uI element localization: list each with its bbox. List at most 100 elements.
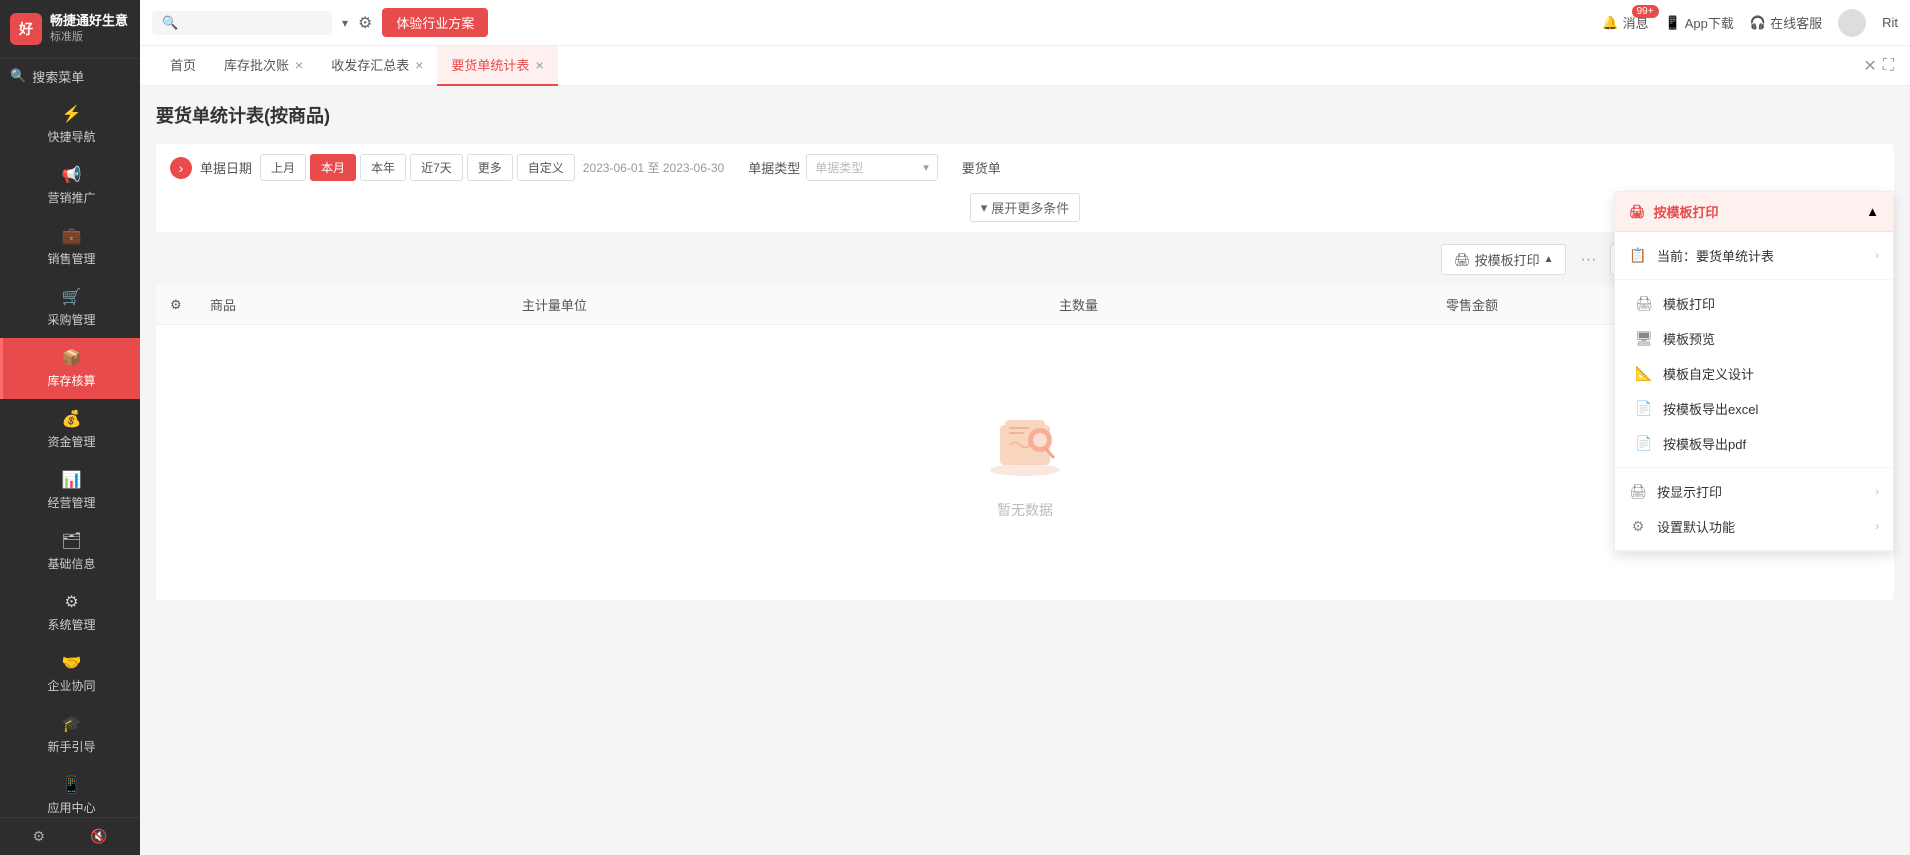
sidebar-item-marketing[interactable]: 📢 营销推广 xyxy=(0,155,140,216)
print-dropdown-menu: 🖨 按模板打印 ▲ 📋 当前：要货单统计表 › 🖨模板打印 🖥 模板预览 📐模板自定义… xyxy=(1614,191,1894,552)
settings-bottom-icon[interactable]: ⚙ xyxy=(33,828,46,845)
download-icon: 📱 xyxy=(1665,15,1681,31)
page-title: 要货单统计表(按商品) xyxy=(156,102,1894,128)
sidebar-item-inventory[interactable]: 📦库存核算 xyxy=(0,338,140,399)
dropdown-title: 按模板打印 xyxy=(1654,202,1719,221)
sidebar-item-base[interactable]: 🗂 基础信息 xyxy=(0,521,140,582)
nav-icon-sales: 💼 xyxy=(62,226,82,246)
sidebar-item-sales[interactable]: 💼销售管理 xyxy=(0,216,140,277)
sidebar-item-system[interactable]: ⚙系统管理 xyxy=(0,582,140,643)
nav-icon-marketing: 📢 xyxy=(62,165,82,185)
nav-icon-base: 🗂 xyxy=(61,531,81,551)
dropdown-group-chevron-display-print: › xyxy=(1875,486,1879,498)
more-icon[interactable]: ··· xyxy=(1576,251,1600,269)
dropdown-print-icon: 🖨 xyxy=(1629,204,1646,220)
nav-label-base: 基础信息 xyxy=(47,555,95,572)
date-btn-last-7-days[interactable]: 近7天 xyxy=(410,154,463,181)
sidebar-bottom: ⚙ 🔇 xyxy=(0,817,140,855)
nav-label-operations: 经营管理 xyxy=(47,494,95,511)
dropdown-current-template-section: 📋 当前：要货单统计表 › xyxy=(1615,232,1893,280)
tab-order-stats[interactable]: 要货单统计表× xyxy=(437,46,557,86)
dropdown-group-set-default[interactable]: ⚙ 设置默认功能 › xyxy=(1615,509,1893,544)
dropdown-item-template-preview[interactable]: 🖥 模板预览 xyxy=(1615,321,1893,356)
tab-home[interactable]: 首页 xyxy=(156,46,210,86)
date-btn-prev-month[interactable]: 上月 xyxy=(260,154,306,181)
dropdown-item-icon-export-excel: 📄 xyxy=(1635,400,1653,417)
sidebar-item-apps[interactable]: 📱应用中心 xyxy=(0,765,140,817)
brand-version: 标准版 xyxy=(50,30,128,45)
current-template-item[interactable]: 📋 当前：要货单统计表 › xyxy=(1615,238,1893,273)
sidebar-nav: ⚡快捷导航 📢 营销推广 💼销售管理🛒采购管理📦库存核算💰资金管理📊经营管理 🗂 基础信息… xyxy=(0,94,140,817)
dropdown-item-icon-template-print: 🖨 xyxy=(1635,295,1653,312)
date-btn-this-year[interactable]: 本年 xyxy=(360,154,406,181)
table-col-quantity: 主数量 xyxy=(1045,285,1432,325)
tab-receipt-summary[interactable]: 收发存汇总表× xyxy=(317,46,437,86)
dropdown-group-icon-display-print: 🖨 xyxy=(1629,483,1647,500)
table-col-goods: 商品 xyxy=(196,285,508,325)
dropdown-item-template-design[interactable]: 📐模板自定义设计 xyxy=(1615,356,1893,391)
app-download-btn[interactable]: 📱 App下载 xyxy=(1665,13,1734,32)
current-template-icon: 📋 xyxy=(1629,247,1647,264)
dropdown-item-template-print[interactable]: 🖨模板打印 xyxy=(1615,286,1893,321)
nav-icon-purchase: 🛒 xyxy=(62,287,82,307)
type-filter-label: 单据类型 xyxy=(748,158,800,177)
logo-icon: 好 xyxy=(10,13,42,45)
sidebar-item-purchase[interactable]: 🛒采购管理 xyxy=(0,277,140,338)
dropdown-group-left-display-print: 🖨 按显示打印 xyxy=(1629,482,1722,501)
sidebar-logo: 好 畅捷通好生意 标准版 xyxy=(0,0,140,59)
dropdown-group-display-print[interactable]: 🖨 按显示打印 › xyxy=(1615,474,1893,509)
dropdown-item-export-pdf[interactable]: 📄 按模板导出pdf xyxy=(1615,426,1893,461)
user-name[interactable]: Rit xyxy=(1882,15,1898,30)
sidebar-item-guide[interactable]: 🎓新手引导 xyxy=(0,704,140,765)
nav-icon-system: ⚙ xyxy=(64,592,78,612)
table-col-settings[interactable]: ⚙ xyxy=(156,285,196,325)
nav-icon-quick-nav: ⚡ xyxy=(62,104,82,124)
notifications-btn[interactable]: 🔔 消息 99+ xyxy=(1602,13,1648,32)
user-avatar[interactable] xyxy=(1838,9,1866,37)
topbar-dropdown-icon[interactable]: ▾ xyxy=(342,16,348,30)
tab-batch-ledger[interactable]: 库存批次账 × xyxy=(210,46,317,86)
dropdown-item-icon-template-design: 📐 xyxy=(1635,365,1653,382)
online-service-btn[interactable]: 🎧 在线客服 xyxy=(1750,13,1822,32)
current-template-left: 📋 当前：要货单统计表 xyxy=(1629,246,1774,265)
expand-filters-btn[interactable]: ▾ 展开更多条件 xyxy=(970,193,1081,222)
date-btn-custom[interactable]: 自定义 xyxy=(517,154,575,181)
nav-label-marketing: 营销推广 xyxy=(47,189,95,206)
mute-icon[interactable]: 🔇 xyxy=(90,828,107,845)
dropdown-items-section: 🖨模板打印 🖥 模板预览 📐模板自定义设计 📄 按模板导出excel 📄 按模板导出pdf xyxy=(1615,280,1893,468)
dropdown-header[interactable]: 🖨 按模板打印 ▲ xyxy=(1615,192,1893,232)
nav-label-inventory: 库存核算 xyxy=(47,372,95,389)
dropdown-item-label-export-excel: 按模板导出excel xyxy=(1663,399,1758,418)
type-select[interactable]: 单据类型 ▾ xyxy=(806,154,938,181)
tab-close-batch-ledger[interactable]: × xyxy=(295,58,303,72)
dropdown-item-icon-template-preview: 🖥 xyxy=(1635,330,1653,347)
print-chevron-icon: ▲ xyxy=(1544,254,1554,265)
tabs-close-all-icon[interactable]: ✕ xyxy=(1863,56,1876,76)
sidebar-search[interactable]: 🔍 搜索菜单 xyxy=(0,59,140,94)
tab-close-receipt-summary[interactable]: × xyxy=(415,58,423,72)
type-select-chevron: ▾ xyxy=(923,161,929,174)
dropdown-item-icon-export-pdf: 📄 xyxy=(1635,435,1653,452)
tabs-bar: 首页库存批次账×收发存汇总表×要货单统计表× ✕ ⛶ xyxy=(140,46,1910,86)
dropdown-item-label-export-pdf: 按模板导出pdf xyxy=(1663,434,1746,453)
date-btn-this-month[interactable]: 本月 xyxy=(310,154,356,181)
current-template-chevron: › xyxy=(1875,250,1879,262)
tab-close-order-stats[interactable]: × xyxy=(535,58,543,72)
filter-toggle-btn[interactable]: › xyxy=(170,157,192,179)
topbar-settings-icon[interactable]: ⚙ xyxy=(358,13,372,33)
trial-button[interactable]: 体验行业方案 xyxy=(382,8,488,37)
print-btn[interactable]: 🖨 按模板打印 ▲ xyxy=(1441,244,1566,275)
sidebar-item-finance[interactable]: 💰资金管理 xyxy=(0,399,140,460)
tab-label-batch-ledger: 库存批次账 xyxy=(224,55,289,74)
dropdown-item-export-excel[interactable]: 📄 按模板导出excel xyxy=(1615,391,1893,426)
date-btn-more[interactable]: 更多 xyxy=(467,154,513,181)
tabs-expand-icon[interactable]: ⛶ xyxy=(1883,57,1894,75)
sidebar-item-operations[interactable]: 📊经营管理 xyxy=(0,460,140,521)
sidebar-item-collab[interactable]: 🤝企业协同 xyxy=(0,643,140,704)
notifications-badge: 99+ xyxy=(1632,5,1659,18)
nav-icon-apps: 📱 xyxy=(62,775,82,795)
sidebar-item-quick-nav[interactable]: ⚡快捷导航 xyxy=(0,94,140,155)
dropdown-item-label-template-preview: 模板预览 xyxy=(1663,329,1715,348)
nav-label-guide: 新手引导 xyxy=(47,738,95,755)
topbar-search[interactable]: 🔍 xyxy=(152,11,332,35)
